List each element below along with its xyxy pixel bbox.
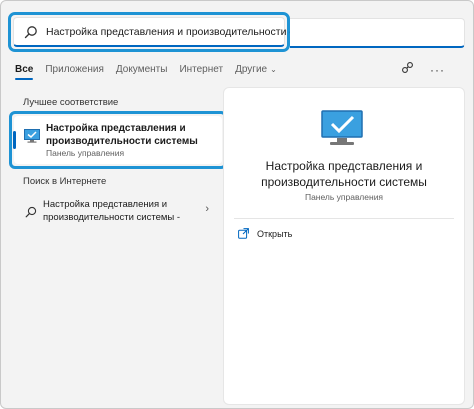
detail-pane: Настройка представления и производительн… [223, 87, 465, 405]
web-search-item[interactable]: Настройка представления и производительн… [15, 197, 215, 229]
tab-web[interactable]: Интернет [179, 64, 223, 75]
tab-documents[interactable]: Документы [116, 64, 168, 75]
open-label: Открыть [257, 228, 293, 239]
tab-more-label: Другие [235, 63, 268, 75]
monitor-check-icon [24, 129, 40, 143]
tab-apps[interactable]: Приложения [45, 64, 104, 75]
best-match-highlight: Настройка представления и производительн… [9, 111, 227, 169]
selection-indicator [13, 131, 16, 149]
search-icon [24, 25, 38, 39]
tab-more[interactable]: Другие ⌄ [235, 64, 277, 75]
divider [234, 218, 454, 219]
monitor-check-icon [321, 110, 363, 148]
detail-subtitle: Панель управления [304, 192, 384, 202]
search-query[interactable]: Настройка представления и производительн… [46, 26, 331, 38]
more-options-icon[interactable]: ··· [430, 63, 445, 77]
best-match-header: Лучшее соответствие [23, 97, 119, 108]
search-highlight: Настройка представления и производительн… [8, 12, 331, 52]
filter-tabs: Все Приложения Документы Интернет Другие… [15, 59, 459, 80]
web-search-header: Поиск в Интернете [23, 176, 107, 187]
search-icon [25, 205, 37, 218]
detail-title: Настройка представления и производительн… [261, 159, 427, 189]
best-match-item[interactable]: Настройка представления и производительн… [13, 116, 222, 164]
search-input-extension[interactable] [290, 18, 465, 48]
best-match-subtitle: Панель управления [46, 148, 125, 158]
tab-all[interactable]: Все [15, 64, 34, 80]
search-input[interactable]: Настройка представления и производительн… [13, 17, 331, 47]
open-action[interactable]: Открыть [238, 228, 292, 239]
chevron-down-icon: ⌄ [270, 64, 277, 74]
open-external-icon [238, 228, 249, 239]
best-match-title: Настройка представления и производительн… [46, 123, 198, 147]
chevron-right-icon[interactable]: › [205, 203, 209, 215]
web-search-text: Настройка представления и производительн… [43, 199, 181, 223]
share-icon[interactable] [401, 61, 414, 79]
toolbar-icons: ··· [401, 61, 445, 79]
search-panel: Настройка представления и производительн… [0, 0, 474, 409]
